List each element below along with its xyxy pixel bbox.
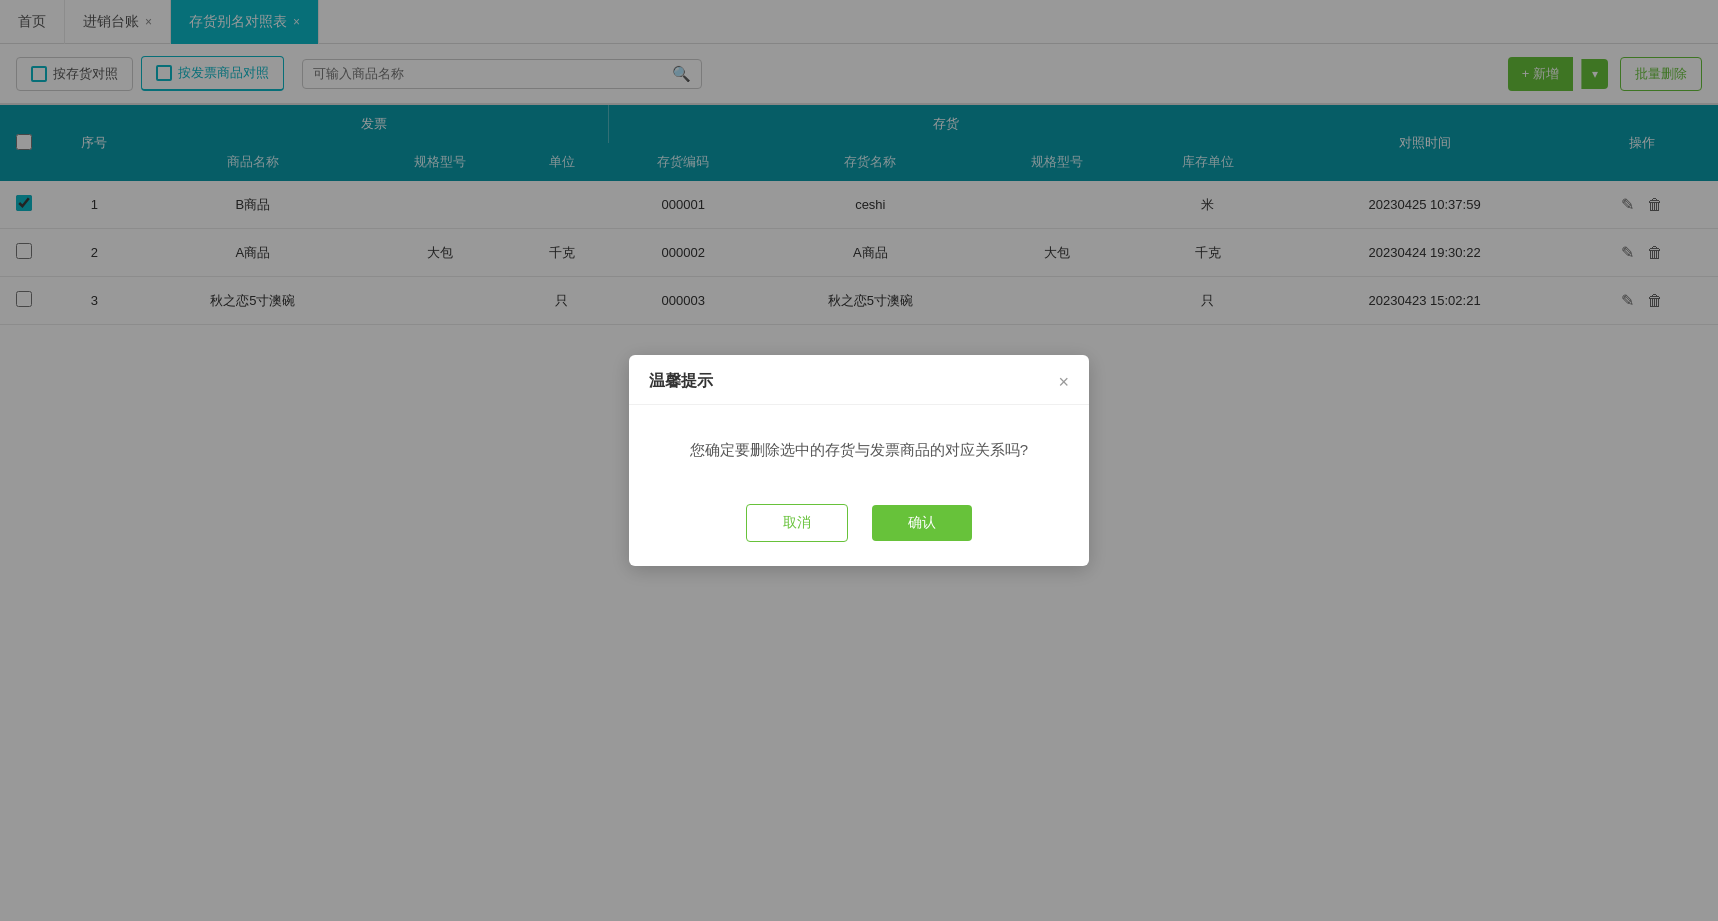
dialog-message: 您确定要删除选中的存货与发票商品的对应关系吗? bbox=[690, 441, 1028, 458]
dialog-footer: 取消 确认 bbox=[629, 488, 1089, 566]
overlay: 温馨提示 × 您确定要删除选中的存货与发票商品的对应关系吗? 取消 确认 bbox=[0, 0, 1718, 921]
confirm-dialog: 温馨提示 × 您确定要删除选中的存货与发票商品的对应关系吗? 取消 确认 bbox=[629, 355, 1089, 566]
confirm-button[interactable]: 确认 bbox=[872, 505, 972, 541]
dialog-close-button[interactable]: × bbox=[1058, 373, 1069, 391]
dialog-header: 温馨提示 × bbox=[629, 355, 1089, 405]
dialog-title: 温馨提示 bbox=[649, 371, 713, 392]
dialog-body: 您确定要删除选中的存货与发票商品的对应关系吗? bbox=[629, 405, 1089, 488]
cancel-button[interactable]: 取消 bbox=[746, 504, 848, 542]
